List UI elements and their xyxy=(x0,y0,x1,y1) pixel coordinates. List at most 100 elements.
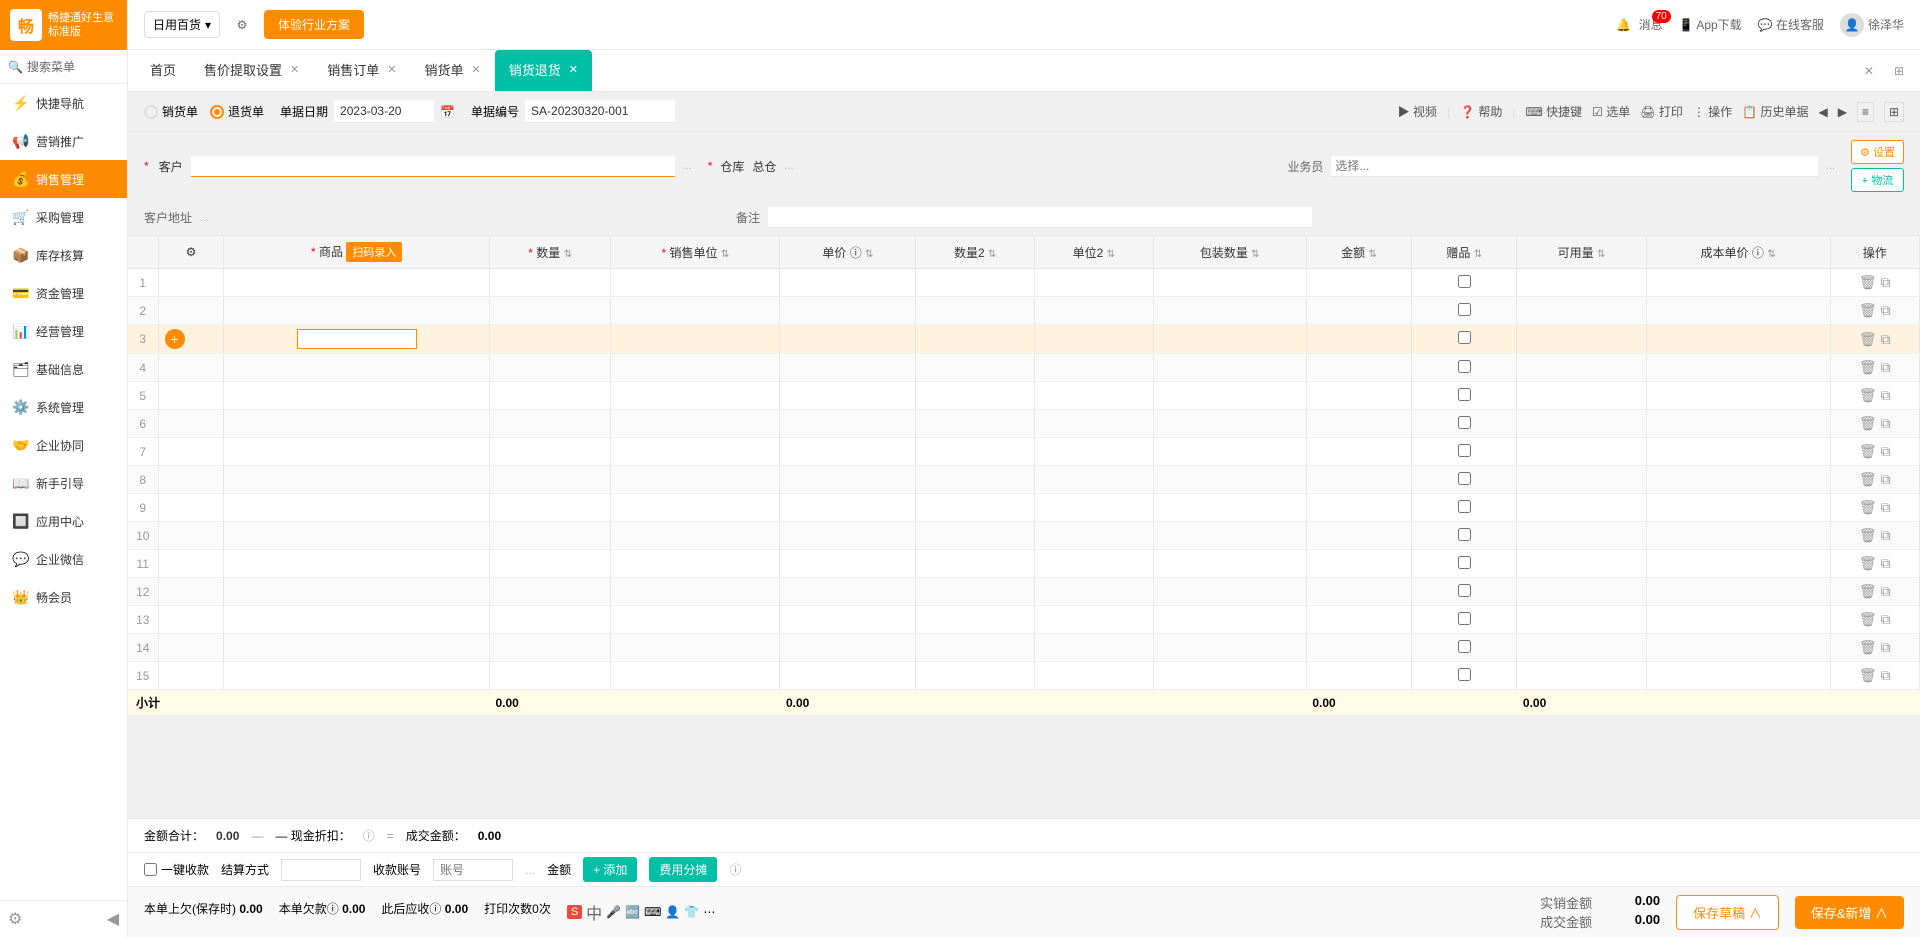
sidebar-item-finance[interactable]: 💳 资金管理 xyxy=(0,274,127,312)
data-cell[interactable] xyxy=(1306,438,1411,466)
data-cell[interactable] xyxy=(489,634,610,662)
scan-button[interactable]: 扫码录入 xyxy=(346,242,402,262)
data-cell[interactable] xyxy=(1153,606,1306,634)
data-cell[interactable] xyxy=(1306,325,1411,354)
grid-view-btn[interactable]: ⊞ xyxy=(1884,102,1904,122)
cost-price-cell[interactable] xyxy=(1646,325,1830,354)
tab-close-btn[interactable]: ✕ xyxy=(1856,60,1882,82)
available-cell[interactable] xyxy=(1517,550,1646,578)
available-cell[interactable] xyxy=(1517,494,1646,522)
tab-home[interactable]: 首页 xyxy=(136,50,190,91)
product-cell[interactable] xyxy=(224,466,490,494)
data-cell[interactable] xyxy=(1306,410,1411,438)
data-cell[interactable] xyxy=(1034,522,1153,550)
sidebar-item-shortcut[interactable]: ⚡ 快捷导航 xyxy=(0,84,127,122)
available-cell[interactable] xyxy=(1517,662,1646,690)
data-cell[interactable] xyxy=(489,382,610,410)
tab-sales[interactable]: 销货单 ✕ xyxy=(410,50,494,91)
breadcrumb-select[interactable]: 日用百货 ▾ xyxy=(144,11,220,38)
help-btn[interactable]: ❓ 帮助 xyxy=(1460,103,1502,120)
sidebar-item-operation[interactable]: 📊 经营管理 xyxy=(0,312,127,350)
data-cell[interactable] xyxy=(916,382,1035,410)
copy-icon[interactable]: ⧉ xyxy=(1881,274,1891,291)
product-cell[interactable] xyxy=(224,606,490,634)
data-cell[interactable] xyxy=(916,354,1035,382)
data-cell[interactable] xyxy=(916,634,1035,662)
cost-price-cell[interactable] xyxy=(1646,354,1830,382)
data-cell[interactable] xyxy=(916,269,1035,297)
data-cell[interactable] xyxy=(489,550,610,578)
available-cell[interactable] xyxy=(1517,269,1646,297)
data-cell[interactable] xyxy=(1306,662,1411,690)
tab-close-sales-order[interactable]: ✕ xyxy=(387,63,396,76)
data-cell[interactable] xyxy=(1034,325,1153,354)
data-cell[interactable] xyxy=(1034,354,1153,382)
settings-button[interactable]: ⚙ 设置 xyxy=(1851,140,1904,164)
notification-badge[interactable]: 🔔 70 消息 xyxy=(1616,16,1662,33)
available-cell[interactable] xyxy=(1517,354,1646,382)
next-record-btn[interactable]: ▶ xyxy=(1838,105,1847,119)
data-cell[interactable] xyxy=(489,522,610,550)
data-cell[interactable] xyxy=(1153,634,1306,662)
prev-record-btn[interactable]: ◀ xyxy=(1818,105,1827,119)
pack-sort-icon[interactable]: ⇅ xyxy=(1251,249,1259,260)
user-avatar[interactable]: 👤 徐泽华 xyxy=(1840,13,1904,37)
data-cell[interactable] xyxy=(780,325,916,354)
delete-icon[interactable]: 🗑 xyxy=(1859,611,1877,628)
cost-price-cell[interactable] xyxy=(1646,522,1830,550)
gift-checkbox[interactable] xyxy=(1458,416,1471,429)
delete-icon[interactable]: 🗑 xyxy=(1859,274,1877,291)
data-cell[interactable] xyxy=(1034,466,1153,494)
delete-icon[interactable]: 🗑 xyxy=(1859,387,1877,404)
data-cell[interactable] xyxy=(611,269,780,297)
product-cell[interactable] xyxy=(224,662,490,690)
product-cell[interactable] xyxy=(224,325,490,354)
data-cell[interactable] xyxy=(1306,522,1411,550)
delete-icon[interactable]: 🗑 xyxy=(1859,443,1877,460)
tab-sales-order[interactable]: 销售订单 ✕ xyxy=(313,50,410,91)
data-cell[interactable] xyxy=(916,438,1035,466)
gift-checkbox[interactable] xyxy=(1458,612,1471,625)
fee-split-button[interactable]: 费用分摊 xyxy=(649,857,717,882)
tab-price-extract[interactable]: 售价提取设置 ✕ xyxy=(190,50,313,91)
product-cell[interactable] xyxy=(224,410,490,438)
cost-price-cell[interactable] xyxy=(1646,438,1830,466)
data-cell[interactable] xyxy=(611,578,780,606)
delete-icon[interactable]: 🗑 xyxy=(1859,415,1877,432)
select-btn[interactable]: ☑ 选单 xyxy=(1592,103,1630,120)
cost-price-cell[interactable] xyxy=(1646,662,1830,690)
copy-icon[interactable]: ⧉ xyxy=(1881,359,1891,376)
sidebar-item-sales[interactable]: 💰 销售管理 xyxy=(0,160,127,198)
copy-icon[interactable]: ⧉ xyxy=(1881,667,1891,684)
data-cell[interactable] xyxy=(780,354,916,382)
radio-sales[interactable]: 销货单 xyxy=(144,103,198,120)
mic-icon[interactable]: 🎤 xyxy=(606,905,621,919)
product-cell[interactable] xyxy=(224,438,490,466)
product-cell[interactable] xyxy=(224,578,490,606)
product-cell[interactable] xyxy=(224,382,490,410)
available-cell[interactable] xyxy=(1517,634,1646,662)
available-cell[interactable] xyxy=(1517,578,1646,606)
avail-sort-icon[interactable]: ⇅ xyxy=(1597,249,1605,260)
data-cell[interactable] xyxy=(1306,297,1411,325)
data-cell[interactable] xyxy=(1034,269,1153,297)
data-cell[interactable] xyxy=(489,662,610,690)
product-cell[interactable] xyxy=(224,634,490,662)
data-cell[interactable] xyxy=(1153,297,1306,325)
data-cell[interactable] xyxy=(780,382,916,410)
print-btn[interactable]: 🖨 打印 xyxy=(1640,103,1683,120)
cost-price-cell[interactable] xyxy=(1646,578,1830,606)
data-cell[interactable] xyxy=(916,466,1035,494)
data-cell[interactable] xyxy=(916,325,1035,354)
tab-maximize-btn[interactable]: ⊞ xyxy=(1886,60,1912,82)
list-view-btn[interactable]: ≡ xyxy=(1857,102,1874,122)
data-cell[interactable] xyxy=(489,354,610,382)
account-input[interactable] xyxy=(433,859,513,881)
data-cell[interactable] xyxy=(489,606,610,634)
data-cell[interactable] xyxy=(611,297,780,325)
app-download-btn[interactable]: 📱 App下载 xyxy=(1679,16,1742,33)
qty2-sort-icon[interactable]: ⇅ xyxy=(988,249,996,260)
cost-price-cell[interactable] xyxy=(1646,634,1830,662)
operation-btn[interactable]: ⋮ 操作 xyxy=(1693,103,1732,120)
dots-icon[interactable]: ⋯ xyxy=(703,905,715,919)
